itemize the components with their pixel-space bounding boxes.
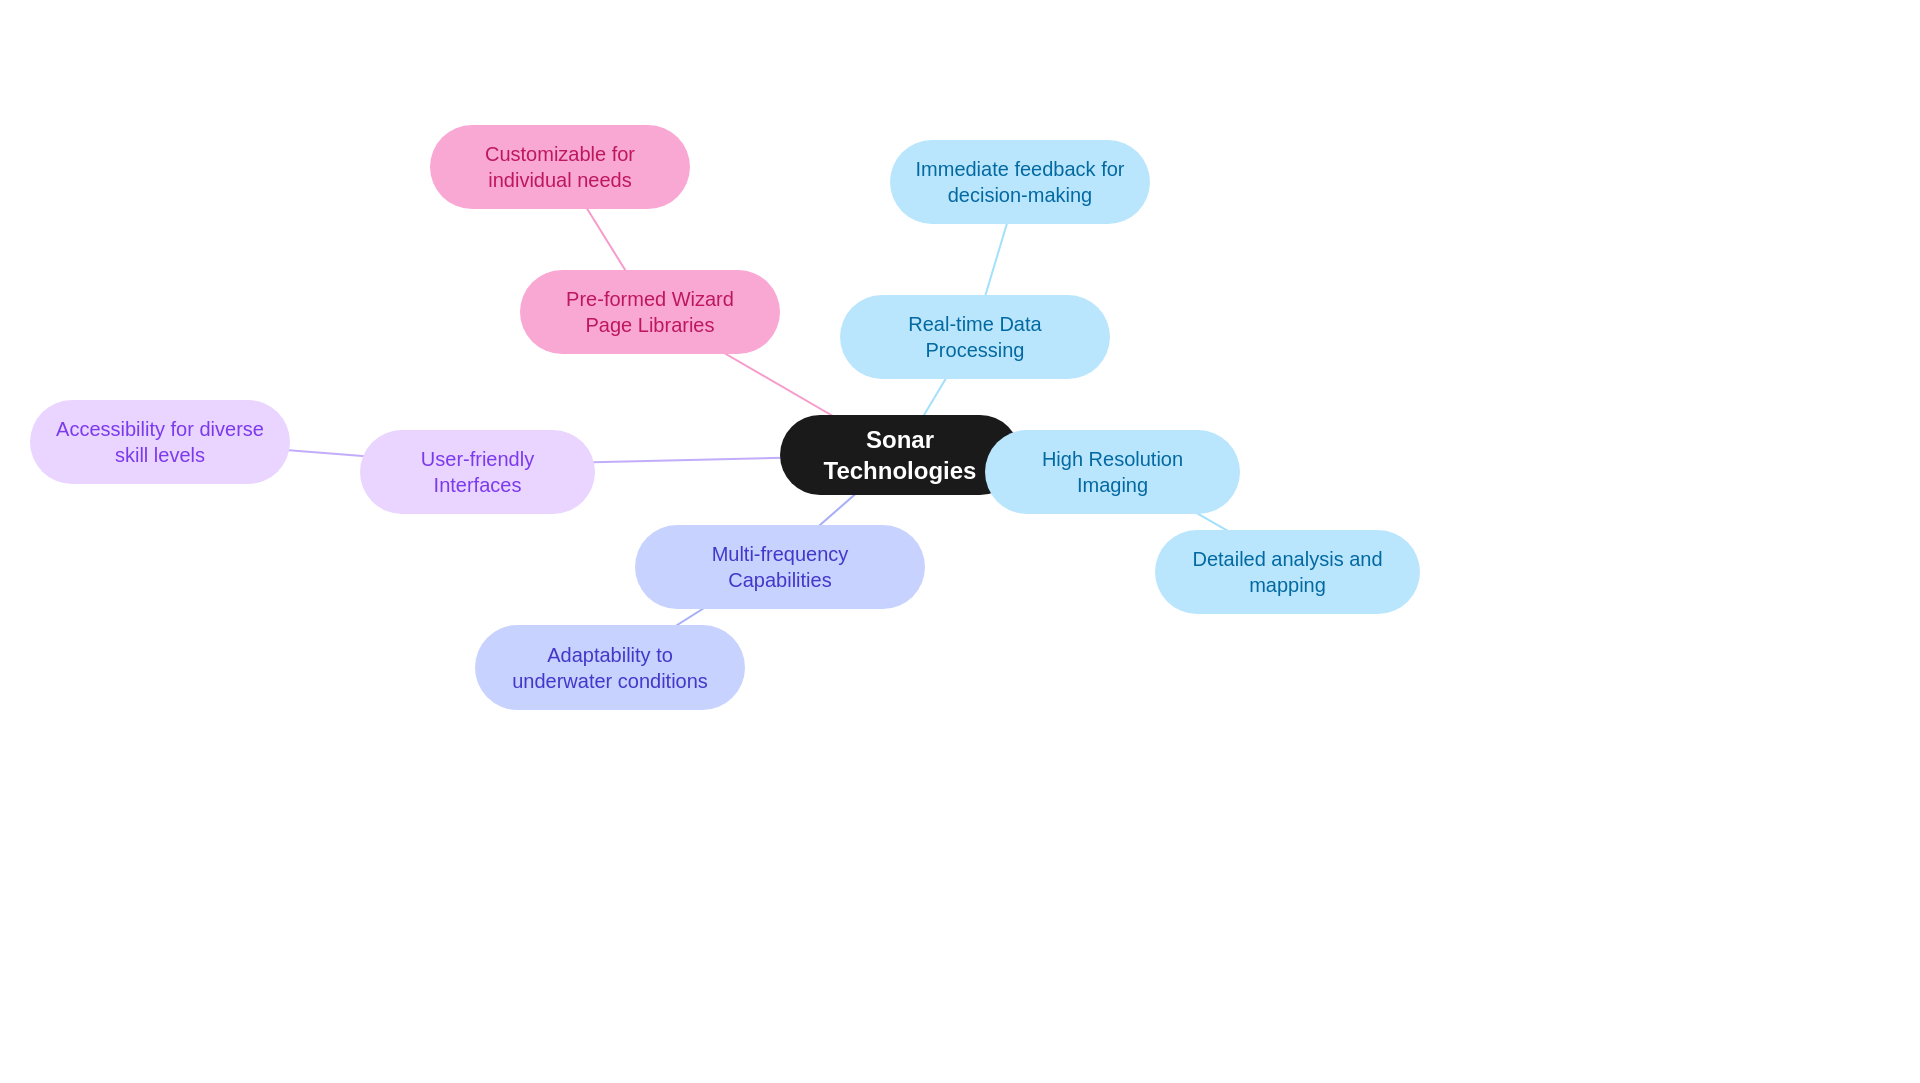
node-wizard: Pre-formed Wizard Page Libraries <box>520 270 780 354</box>
node-realtime: Real-time Data Processing <box>840 295 1110 379</box>
node-accessibility: Accessibility for diverse skill levels <box>30 400 290 484</box>
node-detailed: Detailed analysis and mapping <box>1155 530 1420 614</box>
center-node: Sonar Technologies <box>780 415 1020 495</box>
node-user-friendly: User-friendly Interfaces <box>360 430 595 514</box>
node-immediate: Immediate feedback for decision-making <box>890 140 1150 224</box>
node-customizable: Customizable for individual needs <box>430 125 690 209</box>
node-high-res: High Resolution Imaging <box>985 430 1240 514</box>
node-adaptability: Adaptability to underwater conditions <box>475 625 745 710</box>
node-multi-freq: Multi-frequency Capabilities <box>635 525 925 609</box>
mind-map-container: Sonar Technologies Customizable for indiv… <box>0 0 1920 1083</box>
